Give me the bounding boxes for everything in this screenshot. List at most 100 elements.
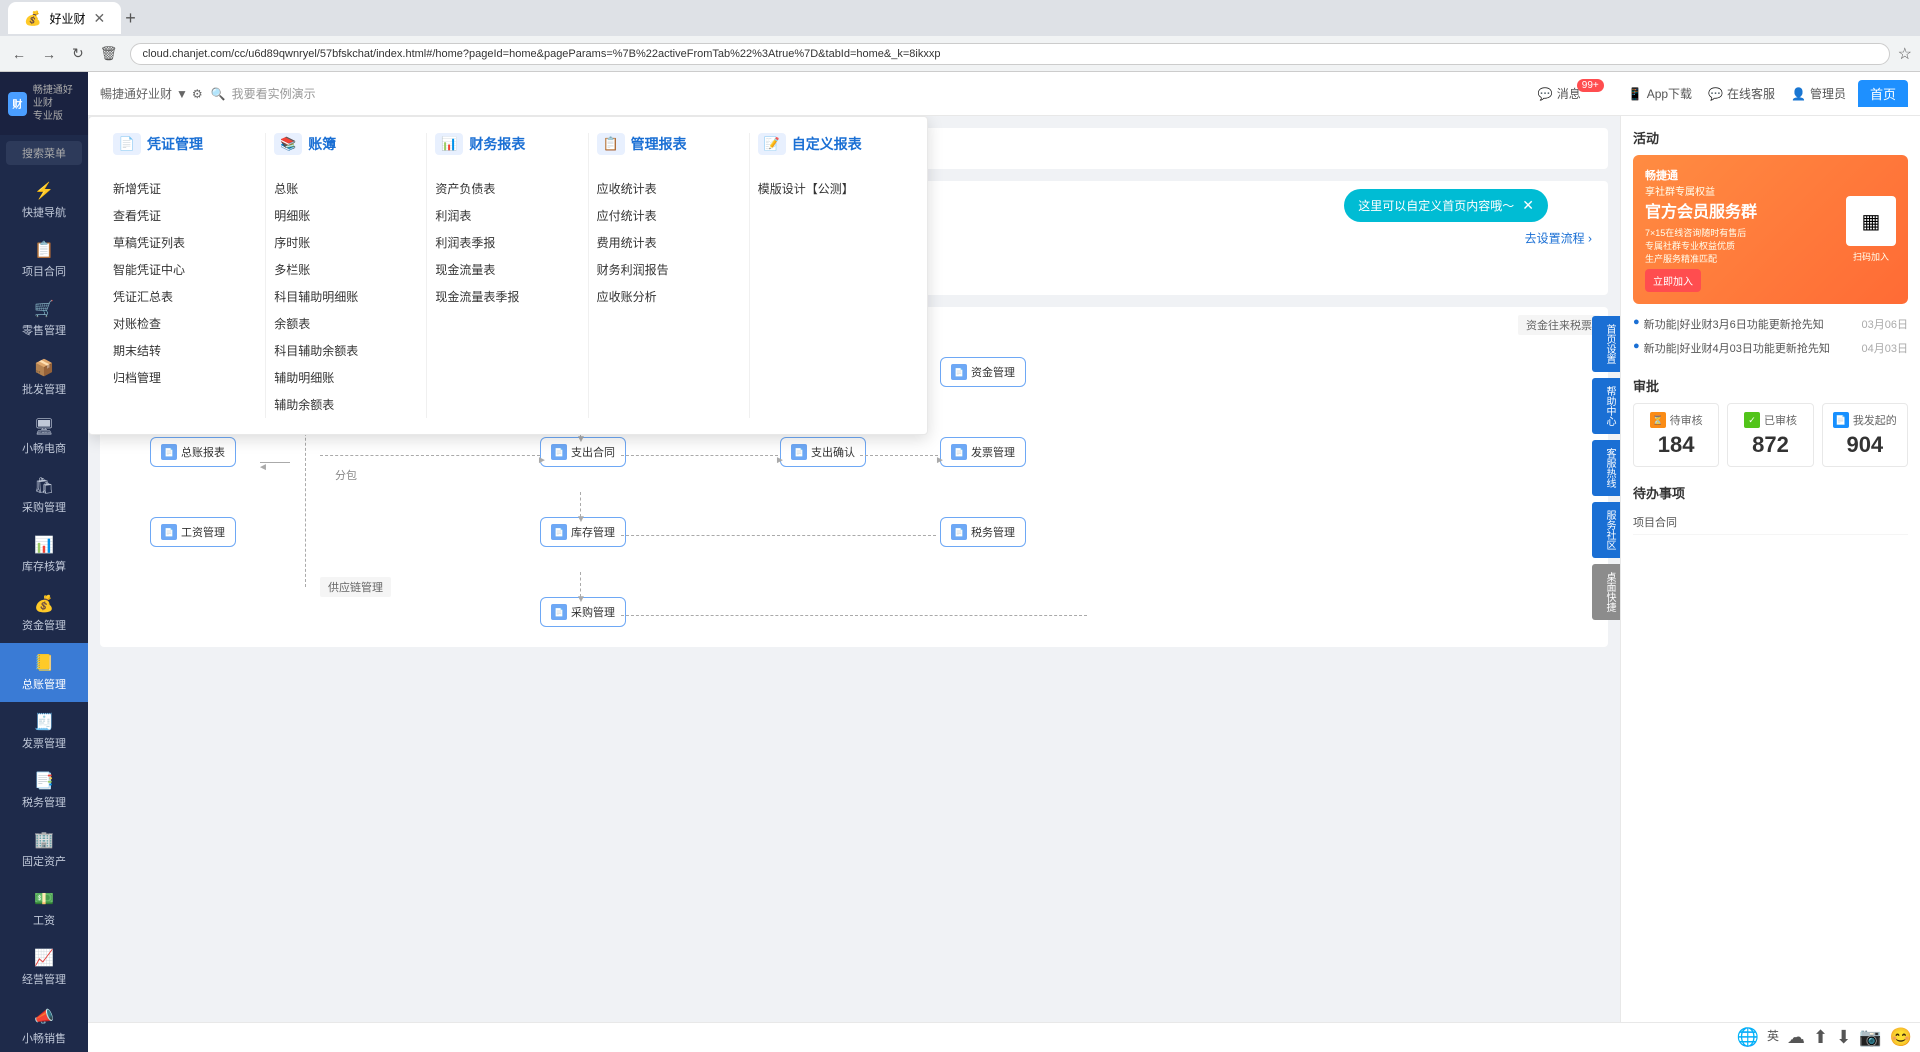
- app-download-btn[interactable]: 📱 App下载: [1628, 85, 1692, 102]
- dropdown-item-income-stmt[interactable]: 利润表: [435, 202, 579, 229]
- dropdown-item-draft-voucher[interactable]: 草稿凭证列表: [113, 229, 257, 256]
- news-item-1[interactable]: ● 新功能|好业财3月6日功能更新抢先知 03月06日: [1633, 312, 1908, 336]
- sidebar-item-account[interactable]: 📒 总账管理: [0, 643, 88, 702]
- supplychain-label: 供应链管理: [320, 577, 391, 597]
- sidebar-item-retail-mgmt[interactable]: 🛒 零售管理: [0, 289, 88, 348]
- tab-close-btn[interactable]: ✕: [93, 10, 105, 27]
- bottom-icon-lang[interactable]: 🌐: [1737, 1027, 1759, 1048]
- flow-node-expense-confirm[interactable]: 📄 支出确认: [780, 437, 866, 467]
- dropdown-item-voucher-summary[interactable]: 凭证汇总表: [113, 283, 257, 310]
- dropdown-item-receivable-stats[interactable]: 应收统计表: [597, 175, 741, 202]
- dropdown-item-payable-stats[interactable]: 应付统计表: [597, 202, 741, 229]
- search-menu-btn[interactable]: 搜索菜单: [6, 141, 82, 165]
- dropdown-col-mgmt-report: 📋 管理报表 应收统计表 应付统计表 费用统计表 财务利润报告 应收账分析: [589, 133, 750, 418]
- online-service-btn[interactable]: 💬 在线客服: [1708, 85, 1775, 102]
- expense-contract-label: 支出合同: [571, 444, 615, 460]
- flow-node-invoice-mgmt[interactable]: 📄 发票管理: [940, 437, 1026, 467]
- dropdown-item-income-quarterly[interactable]: 利润表季报: [435, 229, 579, 256]
- sidebar-item-ops[interactable]: 📈 经营管理: [0, 938, 88, 997]
- news-item-2[interactable]: ● 新功能|好业财4月03日功能更新抢先知 04月03日: [1633, 336, 1908, 360]
- set-flow-btn[interactable]: 去设置流程 ›: [1525, 230, 1592, 247]
- dropdown-item-general-ledger[interactable]: 总账: [274, 175, 418, 202]
- dropdown-item-new-voucher[interactable]: 新增凭证: [113, 175, 257, 202]
- new-tab-btn[interactable]: +: [125, 8, 136, 29]
- approved-num: 872: [1736, 432, 1804, 458]
- dropdown-arrow-icon[interactable]: ▼: [176, 87, 188, 101]
- dropdown-item-period-end[interactable]: 期末结转: [113, 337, 257, 364]
- sidebar-item-fund[interactable]: 💰 资金管理: [0, 584, 88, 643]
- dropdown-item-subject-aux-balance[interactable]: 科目辅助余额表: [274, 337, 418, 364]
- search-placeholder-text: 我要看实例演示: [232, 85, 316, 102]
- dropdown-item-profit-report[interactable]: 财务利润报告: [597, 256, 741, 283]
- sidebar-item-label: 发票管理: [22, 735, 66, 751]
- dropdown-item-aux-balance[interactable]: 辅助余额表: [274, 391, 418, 418]
- msg-btn[interactable]: 💬 消息 99+: [1538, 85, 1612, 102]
- mgmt-report-header-label: 管理报表: [631, 134, 687, 154]
- activity-banner-sub: 享社群专属权益: [1645, 183, 1757, 198]
- dropdown-item-template-design[interactable]: 模版设计【公测】: [758, 175, 903, 202]
- sidebar-item-ecommerce[interactable]: 🖥 小畅电商: [0, 407, 88, 466]
- dropdown-item-balance-sheet[interactable]: 资产负债表: [435, 175, 579, 202]
- main-area: 暢捷通好业财 ▼ ⚙ 🔍 我要看实例演示 💬 消息 99+ 📱 App下载: [88, 72, 1920, 1052]
- back-btn[interactable]: ←: [8, 44, 30, 64]
- dropdown-item-reconcile[interactable]: 对账检查: [113, 310, 257, 337]
- address-input[interactable]: [130, 43, 1890, 65]
- topbar-search[interactable]: 🔍 我要看实例演示: [211, 85, 1526, 102]
- user-btn[interactable]: 👤 管理员: [1791, 85, 1846, 102]
- flow-node-ledger-report[interactable]: 📄 总账报表: [150, 437, 236, 467]
- todo-item-project-contract[interactable]: 项目合同: [1633, 510, 1908, 535]
- dropdown-item-archive[interactable]: 归档管理: [113, 364, 257, 391]
- sidebar-item-purchase[interactable]: 🛍 采购管理: [0, 466, 88, 525]
- approval-card-approved[interactable]: ✓ 已审核 872: [1727, 403, 1813, 467]
- sidebar-item-wholesale-mgmt[interactable]: 📦 批发管理: [0, 348, 88, 407]
- bottom-icon-cloud[interactable]: ☁: [1787, 1027, 1805, 1048]
- sidebar-item-invoice[interactable]: 🧾 发票管理: [0, 702, 88, 761]
- settings-topbar-icon[interactable]: ⚙: [192, 87, 203, 101]
- sidebar-item-inventory[interactable]: 📊 库存核算: [0, 525, 88, 584]
- approval-card-pending[interactable]: ⏳ 待审核 184: [1633, 403, 1719, 467]
- flow-node-tax-mgmt[interactable]: 📄 税务管理: [940, 517, 1026, 547]
- dropdown-item-expense-stats[interactable]: 费用统计表: [597, 229, 741, 256]
- logo-text: 畅捷通好业财专业版: [33, 84, 80, 123]
- app-container: 财 畅捷通好业财专业版 搜索菜单 ⚡ 快捷导航 📋 项目合同 🛒 零售管理 📦 …: [0, 72, 1920, 1052]
- dropdown-item-cashflow-quarterly[interactable]: 现金流量表季报: [435, 283, 579, 310]
- sidebar-item-quick-nav[interactable]: ⚡ 快捷导航: [0, 171, 88, 230]
- dropdown-item-subject-aux-detail[interactable]: 科目辅助明细账: [274, 283, 418, 310]
- forward-btn[interactable]: →: [38, 44, 60, 64]
- bottom-icon-emoji[interactable]: 😊: [1890, 1027, 1912, 1048]
- activity-join-btn[interactable]: 立即加入: [1645, 269, 1701, 292]
- approval-card-my-submit[interactable]: 📄 我发起的 904: [1822, 403, 1908, 467]
- dropdown-item-receivable-analysis[interactable]: 应收账分析: [597, 283, 741, 310]
- sidebar-item-salary[interactable]: 💵 工资: [0, 879, 88, 938]
- expense-confirm-label: 支出确认: [811, 444, 855, 460]
- bottom-icon-download[interactable]: ⬇: [1836, 1027, 1851, 1048]
- dropdown-item-multi-col[interactable]: 多栏账: [274, 256, 418, 283]
- sidebar-item-project-contract[interactable]: 📋 项目合同: [0, 230, 88, 289]
- bottom-icon-eng[interactable]: 英: [1767, 1027, 1779, 1048]
- home-tab[interactable]: 首页: [1858, 80, 1908, 107]
- bottom-icon-upload[interactable]: ⬆: [1813, 1027, 1828, 1048]
- tooltip-close-btn[interactable]: ✕: [1522, 197, 1534, 214]
- dropdown-item-aux-detail[interactable]: 辅助明细账: [274, 364, 418, 391]
- dropdown-item-balance[interactable]: 余额表: [274, 310, 418, 337]
- flow-node-fund-mgmt[interactable]: 📄 资金管理: [940, 357, 1026, 387]
- dropdown-item-sequence-ledger[interactable]: 序时账: [274, 229, 418, 256]
- sidebar-item-label: 库存核算: [22, 558, 66, 574]
- bottom-icon-camera[interactable]: 📷: [1859, 1027, 1881, 1048]
- dropdown-col-ledger: 📚 账簿 总账 明细账 序时账 多栏账 科目辅助明细账 余额表 科目辅助余额表 …: [266, 133, 427, 418]
- refresh-btn[interactable]: ↻: [68, 43, 88, 64]
- sidebar-item-label: 采购管理: [22, 499, 66, 515]
- dropdown-item-cashflow[interactable]: 现金流量表: [435, 256, 579, 283]
- flow-node-salary-mgmt[interactable]: 📄 工资管理: [150, 517, 236, 547]
- ledger-header-label: 账簿: [308, 134, 336, 154]
- delete-btn[interactable]: 🗑: [96, 43, 122, 64]
- sidebar-item-fixed-assets[interactable]: 🏢 固定资产: [0, 820, 88, 879]
- sidebar-item-marketing[interactable]: 📣 小畅销售: [0, 997, 88, 1052]
- dropdown-item-detail-ledger[interactable]: 明细账: [274, 202, 418, 229]
- bookmark-icon[interactable]: ☆: [1898, 44, 1912, 64]
- sidebar-item-tax[interactable]: 📑 税务管理: [0, 761, 88, 820]
- dashed-arrow-7: [621, 615, 1087, 616]
- active-tab[interactable]: 💰 好业财 ✕: [8, 2, 121, 34]
- dropdown-item-smart-voucher[interactable]: 智能凭证中心: [113, 256, 257, 283]
- dropdown-item-view-voucher[interactable]: 查看凭证: [113, 202, 257, 229]
